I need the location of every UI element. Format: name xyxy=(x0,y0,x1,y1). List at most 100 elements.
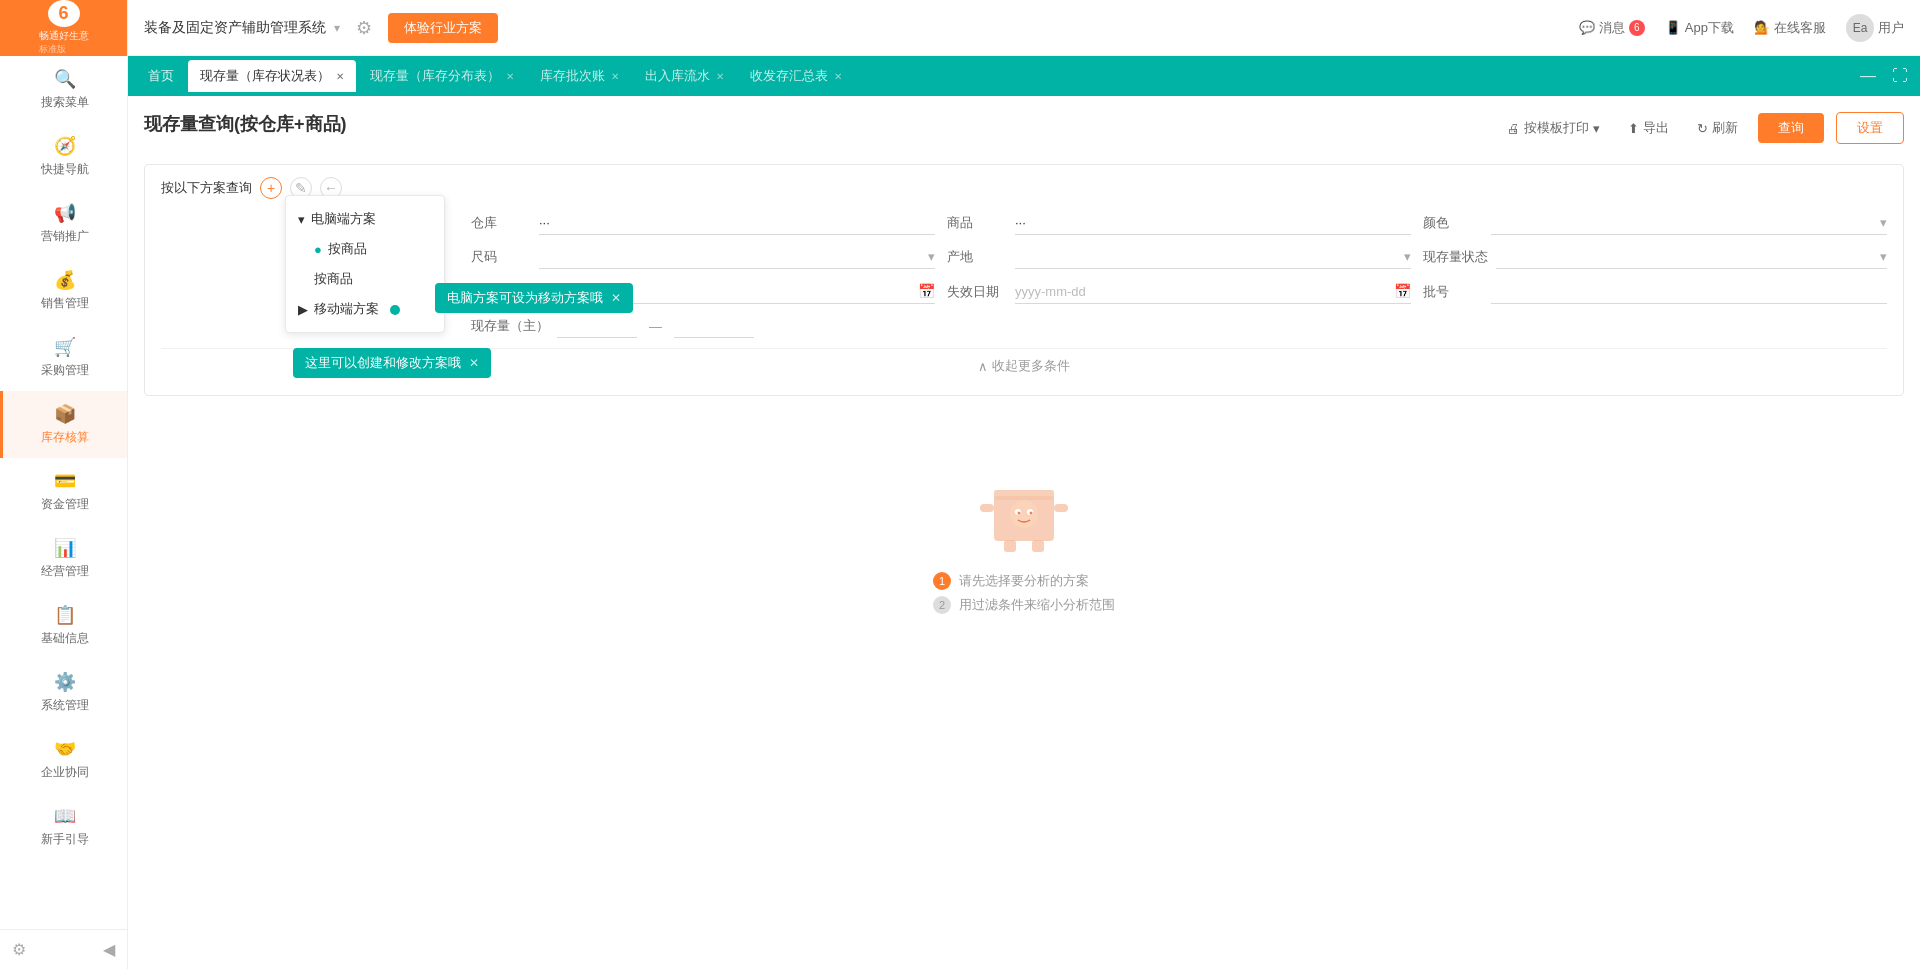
sidebar-footer: ⚙ ◀ xyxy=(0,929,127,969)
sidebar-item-sales[interactable]: 💰 销售管理 xyxy=(0,257,127,324)
online-support-label: 在线客服 xyxy=(1774,19,1826,37)
origin-select[interactable]: ▾ xyxy=(1015,245,1411,269)
tab-inout-flow[interactable]: 出入库流水 ✕ xyxy=(633,60,736,92)
export-btn[interactable]: ⬆ 导出 xyxy=(1620,115,1677,141)
avatar: Ea xyxy=(1846,14,1874,42)
calendar-icon2: 📅 xyxy=(1394,283,1411,299)
app-logo: 6 畅通好生意 标准版 xyxy=(0,0,127,56)
tooltip2-text: 这里可以创建和修改方案哦 xyxy=(305,354,461,372)
radio-icon: ● xyxy=(314,242,322,257)
user-btn[interactable]: Ea 用户 xyxy=(1846,14,1904,42)
app-download-btn[interactable]: 📱 App下载 xyxy=(1665,19,1734,37)
stock-status-select[interactable]: ▾ xyxy=(1496,245,1887,269)
sidebar-item-search[interactable]: 🔍 搜索菜单 xyxy=(0,56,127,123)
collapse-arrow-icon2: ▶ xyxy=(298,302,308,317)
tab-close-icon[interactable]: ✕ xyxy=(506,71,514,82)
online-support-btn[interactable]: 💁 在线客服 xyxy=(1754,19,1826,37)
batch-label: 批号 xyxy=(1423,283,1483,301)
svg-rect-10 xyxy=(1032,540,1044,552)
hint1-text: 请先选择要分析的方案 xyxy=(959,572,1089,590)
stock-qty-min-input[interactable] xyxy=(557,314,637,338)
basic-icon: 📋 xyxy=(54,604,76,626)
warehouse-dots: ··· xyxy=(539,215,550,230)
tooltip1-close-icon[interactable]: ✕ xyxy=(611,291,621,305)
sidebar-item-purchase[interactable]: 🛒 采购管理 xyxy=(0,324,127,391)
refresh-icon: ↻ xyxy=(1697,121,1708,136)
print-icon: 🖨 xyxy=(1507,121,1520,136)
calendar-icon: 📅 xyxy=(918,283,935,299)
tab-receipt-summary[interactable]: 收发存汇总表 ✕ xyxy=(738,60,854,92)
sidebar-item-label: 采购管理 xyxy=(41,362,89,379)
filter-warehouse: 仓库 ··· xyxy=(471,211,935,235)
settings-button[interactable]: 设置 xyxy=(1836,112,1904,144)
support-icon: 💁 xyxy=(1754,20,1770,35)
sidebar-item-operation[interactable]: 📊 经营管理 xyxy=(0,525,127,592)
sidebar-item-label: 经营管理 xyxy=(41,563,89,580)
message-btn[interactable]: 💬 消息 6 xyxy=(1579,19,1645,37)
filter-area: 按以下方案查询 + ✎ ← ▾ 电脑端方案 ● 按商品 按商品 xyxy=(144,164,1904,396)
user-label: 用户 xyxy=(1878,19,1904,37)
tab-close-icon[interactable]: ✕ xyxy=(834,71,842,82)
scheme-tree-mobile[interactable]: ▶ 移动端方案 xyxy=(286,294,444,324)
stock-qty-label: 现存量（主） xyxy=(471,317,549,335)
color-select[interactable]: ▾ xyxy=(1491,211,1887,235)
sidebar-item-marketing[interactable]: 📢 营销推广 xyxy=(0,190,127,257)
sidebar-item-label: 系统管理 xyxy=(41,697,89,714)
action-bar: 🖨 按模板打印 ▾ ⬆ 导出 ↻ 刷新 查询 设置 xyxy=(1499,112,1904,144)
newbie-icon: 📖 xyxy=(54,805,76,827)
scheme-tree-desktop[interactable]: ▾ 电脑端方案 xyxy=(286,204,444,234)
export-icon: ⬆ xyxy=(1628,121,1639,136)
system-icon: ⚙️ xyxy=(54,671,76,693)
add-scheme-btn[interactable]: + xyxy=(260,177,282,199)
stock-qty-max-input[interactable] xyxy=(674,314,754,338)
query-button[interactable]: 查询 xyxy=(1758,113,1824,143)
sidebar-item-newbie[interactable]: 📖 新手引导 xyxy=(0,793,127,860)
chevron-down-icon: ▾ xyxy=(1880,215,1887,230)
scheme-tree-item1[interactable]: ● 按商品 xyxy=(286,234,444,264)
logo-icon: 6 xyxy=(48,0,80,27)
footer-collapse-icon[interactable]: ◀ xyxy=(103,940,115,959)
settings-icon[interactable]: ⚙ xyxy=(356,17,372,39)
expire-date-label: 失效日期 xyxy=(947,283,1007,301)
tooltip1-text: 电脑方案可设为移动方案哦 xyxy=(447,289,603,307)
sidebar-item-finance[interactable]: 💳 资金管理 xyxy=(0,458,127,525)
filter-size: 尺码 ▾ xyxy=(471,245,935,269)
tab-batch-account[interactable]: 库存批次账 ✕ xyxy=(528,60,631,92)
scheme-tree-item2[interactable]: 按商品 xyxy=(286,264,444,294)
batch-input[interactable] xyxy=(1491,280,1887,304)
sidebar-item-inventory[interactable]: 📦 库存核算 xyxy=(0,391,127,458)
trial-button[interactable]: 体验行业方案 xyxy=(388,13,498,43)
sidebar-item-label: 基础信息 xyxy=(41,630,89,647)
tab-minimize-icon[interactable]: — xyxy=(1856,67,1880,85)
content-area: 现存量查询(按仓库+商品) 🖨 按模板打印 ▾ ⬆ 导出 ↻ 刷新 查询 设置 xyxy=(128,96,1920,969)
tab-maximize-icon[interactable]: ⛶ xyxy=(1888,67,1912,85)
sidebar-item-enterprise[interactable]: 🤝 企业协同 xyxy=(0,726,127,793)
tooltip2-close-icon[interactable]: ✕ xyxy=(469,356,479,370)
print-btn[interactable]: 🖨 按模板打印 ▾ xyxy=(1499,115,1608,141)
chevron-down-icon: ▾ xyxy=(334,21,340,35)
brand-sub: 标准版 xyxy=(39,43,89,56)
footer-settings-icon[interactable]: ⚙ xyxy=(12,940,26,959)
tab-inventory-status[interactable]: 现存量（库存状况表） ✕ xyxy=(188,60,356,92)
sidebar-item-label: 企业协同 xyxy=(41,764,89,781)
hint2-text: 用过滤条件来缩小分析范围 xyxy=(959,596,1115,614)
marketing-icon: 📢 xyxy=(54,202,76,224)
system-title-text: 装备及固定资产辅助管理系统 xyxy=(144,19,326,37)
tab-close-icon[interactable]: ✕ xyxy=(611,71,619,82)
tab-inventory-dist[interactable]: 现存量（库存分布表） ✕ xyxy=(358,60,526,92)
tab-home[interactable]: 首页 xyxy=(136,60,186,92)
size-select[interactable]: ▾ xyxy=(539,245,935,269)
sidebar-item-guide[interactable]: 🧭 快捷导航 xyxy=(0,123,127,190)
sidebar-item-basic[interactable]: 📋 基础信息 xyxy=(0,592,127,659)
tab-close-icon[interactable]: ✕ xyxy=(716,71,724,82)
connection-dot xyxy=(390,305,400,315)
warehouse-select[interactable]: ··· xyxy=(539,211,935,235)
message-badge: 6 xyxy=(1629,20,1645,36)
inventory-icon: 📦 xyxy=(54,403,76,425)
expire-date-input[interactable]: yyyy-mm-dd 📅 xyxy=(1015,279,1411,304)
refresh-btn[interactable]: ↻ 刷新 xyxy=(1689,115,1746,141)
tooltip-scheme2: 这里可以创建和修改方案哦 ✕ xyxy=(293,348,491,378)
goods-select[interactable]: ··· xyxy=(1015,211,1411,235)
tab-close-icon[interactable]: ✕ xyxy=(336,71,344,82)
sidebar-item-system[interactable]: ⚙️ 系统管理 xyxy=(0,659,127,726)
